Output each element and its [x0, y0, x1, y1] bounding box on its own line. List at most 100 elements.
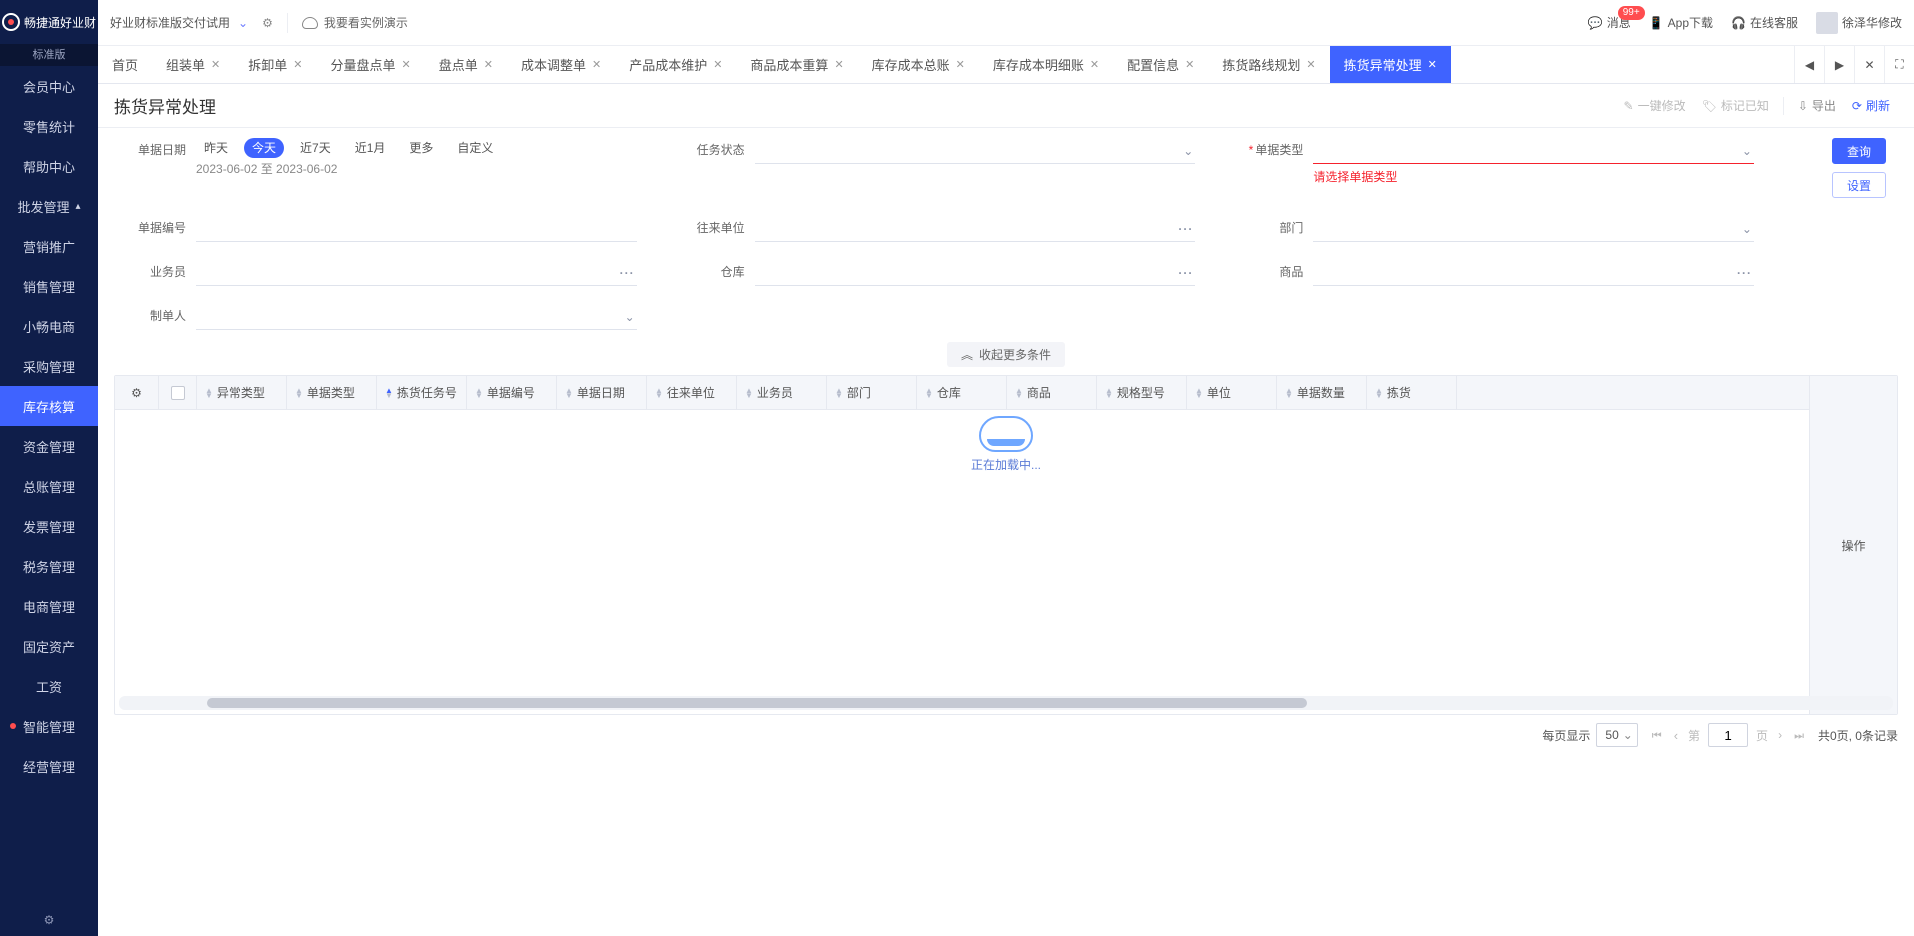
salesperson-input[interactable]: [196, 266, 637, 280]
date-pill[interactable]: 昨天: [196, 138, 236, 158]
next-page-button[interactable]: [1776, 728, 1784, 742]
close-icon[interactable]: ✕: [1090, 58, 1099, 71]
creator-input[interactable]: [196, 310, 637, 324]
column-header[interactable]: 异常类型: [197, 376, 287, 409]
column-header[interactable]: 拣货: [1367, 376, 1457, 409]
date-pill[interactable]: 近7天: [292, 138, 339, 158]
product-settings-button[interactable]: ⚙: [262, 16, 273, 30]
fullscreen-button[interactable]: ⛶: [1884, 46, 1914, 83]
sort-icon[interactable]: [295, 388, 303, 398]
close-icon[interactable]: ✕: [592, 58, 601, 71]
sort-icon[interactable]: [835, 388, 843, 398]
sidenav-item[interactable]: 发票管理: [0, 506, 98, 546]
sidenav-item[interactable]: 采购管理: [0, 346, 98, 386]
sidenav-item[interactable]: 小畅电商: [0, 306, 98, 346]
tab-scroll-right-button[interactable]: ▶: [1824, 46, 1854, 83]
tab[interactable]: 首页: [98, 46, 152, 83]
mark-known-button[interactable]: 🏷 标记已知: [1694, 93, 1777, 118]
sidenav-item[interactable]: 智能管理: [0, 706, 98, 746]
warehouse-input[interactable]: [755, 266, 1196, 280]
batch-edit-button[interactable]: ✎ 一键修改: [1616, 93, 1694, 118]
tab[interactable]: 库存成本明细账✕: [979, 46, 1113, 83]
page-input[interactable]: [1708, 723, 1748, 747]
select-all-cell[interactable]: [159, 376, 197, 409]
tab[interactable]: 商品成本重算✕: [736, 46, 857, 83]
export-button[interactable]: ⇩ 导出: [1790, 93, 1844, 118]
column-header[interactable]: 单据类型: [287, 376, 377, 409]
sidenav-item[interactable]: 工资: [0, 666, 98, 706]
tab[interactable]: 拆卸单✕: [234, 46, 316, 83]
sort-icon[interactable]: [1105, 388, 1113, 398]
sidenav-item[interactable]: 电商管理: [0, 586, 98, 626]
sort-icon[interactable]: [925, 388, 933, 398]
sort-icon[interactable]: [385, 388, 393, 398]
sort-icon[interactable]: [745, 388, 753, 398]
close-icon[interactable]: ✕: [402, 58, 411, 71]
query-button[interactable]: 查询: [1832, 138, 1886, 164]
column-header[interactable]: 拣货任务号: [377, 376, 467, 409]
column-header[interactable]: 单据数量: [1277, 376, 1367, 409]
sidenav-item[interactable]: 零售统计: [0, 106, 98, 146]
demo-link[interactable]: 我要看实例演示: [302, 14, 408, 31]
sidenav-item[interactable]: 营销推广: [0, 226, 98, 266]
sort-icon[interactable]: [1285, 388, 1293, 398]
salesperson-picker[interactable]: ···: [196, 260, 637, 286]
close-icon[interactable]: ✕: [1306, 58, 1315, 71]
close-icon[interactable]: ✕: [293, 58, 302, 71]
date-pill[interactable]: 更多: [401, 138, 441, 158]
doc-no-input-wrap[interactable]: [196, 216, 637, 242]
prev-page-button[interactable]: [1672, 728, 1680, 743]
app-download-button[interactable]: 📱 App下载: [1649, 14, 1713, 31]
last-page-button[interactable]: [1792, 728, 1806, 743]
ellipsis-icon[interactable]: ···: [1178, 222, 1193, 236]
sidenav-item[interactable]: 会员中心: [0, 66, 98, 106]
sort-icon[interactable]: [655, 388, 663, 398]
sidenav-item[interactable]: 税务管理: [0, 546, 98, 586]
settings-button[interactable]: 设置: [1832, 172, 1886, 198]
sidenav-item[interactable]: 资金管理: [0, 426, 98, 466]
department-input[interactable]: [1313, 222, 1754, 236]
tab[interactable]: 盘点单✕: [425, 46, 507, 83]
product-input[interactable]: [1313, 266, 1754, 280]
sidebar-settings-button[interactable]: ⚙: [0, 904, 98, 936]
sidenav-item[interactable]: 经营管理: [0, 746, 98, 786]
column-header[interactable]: 部门: [827, 376, 917, 409]
sort-icon[interactable]: [475, 388, 483, 398]
tab[interactable]: 拣货路线规划✕: [1208, 46, 1329, 83]
doc-no-input[interactable]: [196, 222, 637, 236]
tab[interactable]: 库存成本总账✕: [858, 46, 979, 83]
column-header[interactable]: 业务员: [737, 376, 827, 409]
column-header[interactable]: 商品: [1007, 376, 1097, 409]
date-pill[interactable]: 自定义: [449, 138, 501, 158]
column-header[interactable]: 仓库: [917, 376, 1007, 409]
ellipsis-icon[interactable]: ···: [1737, 266, 1752, 280]
table-settings-button[interactable]: ⚙: [115, 376, 159, 409]
column-header[interactable]: 规格型号: [1097, 376, 1187, 409]
scrollbar-thumb[interactable]: [207, 698, 1307, 708]
product-selector[interactable]: 好业财标准版交付试用 ⌄: [110, 14, 248, 31]
date-pill[interactable]: 今天: [244, 138, 284, 158]
sort-icon[interactable]: [1015, 388, 1023, 398]
sort-icon[interactable]: [1195, 388, 1203, 398]
collapse-filters-button[interactable]: ︽ 收起更多条件: [947, 342, 1065, 367]
column-header[interactable]: 单据日期: [557, 376, 647, 409]
page-size-select[interactable]: 50: [1596, 723, 1637, 747]
support-button[interactable]: 🎧 在线客服: [1731, 14, 1798, 31]
close-icon[interactable]: ✕: [211, 58, 220, 71]
user-menu[interactable]: 徐泽华修改: [1816, 12, 1902, 34]
sort-icon[interactable]: [1375, 388, 1383, 398]
sort-icon[interactable]: [565, 388, 573, 398]
sidenav-item[interactable]: 总账管理: [0, 466, 98, 506]
close-icon[interactable]: ✕: [484, 58, 493, 71]
tab[interactable]: 配置信息✕: [1113, 46, 1208, 83]
tab[interactable]: 拣货异常处理✕: [1330, 46, 1451, 83]
column-header[interactable]: 单据编号: [467, 376, 557, 409]
tab[interactable]: 分量盘点单✕: [316, 46, 424, 83]
close-icon[interactable]: ✕: [834, 58, 843, 71]
close-icon[interactable]: ✕: [956, 58, 965, 71]
warehouse-picker[interactable]: ···: [755, 260, 1196, 286]
product-picker[interactable]: ···: [1313, 260, 1754, 286]
messages-button[interactable]: 💬 消息 99+: [1588, 14, 1631, 31]
horizontal-scrollbar[interactable]: [119, 696, 1893, 710]
column-header[interactable]: 往来单位: [647, 376, 737, 409]
